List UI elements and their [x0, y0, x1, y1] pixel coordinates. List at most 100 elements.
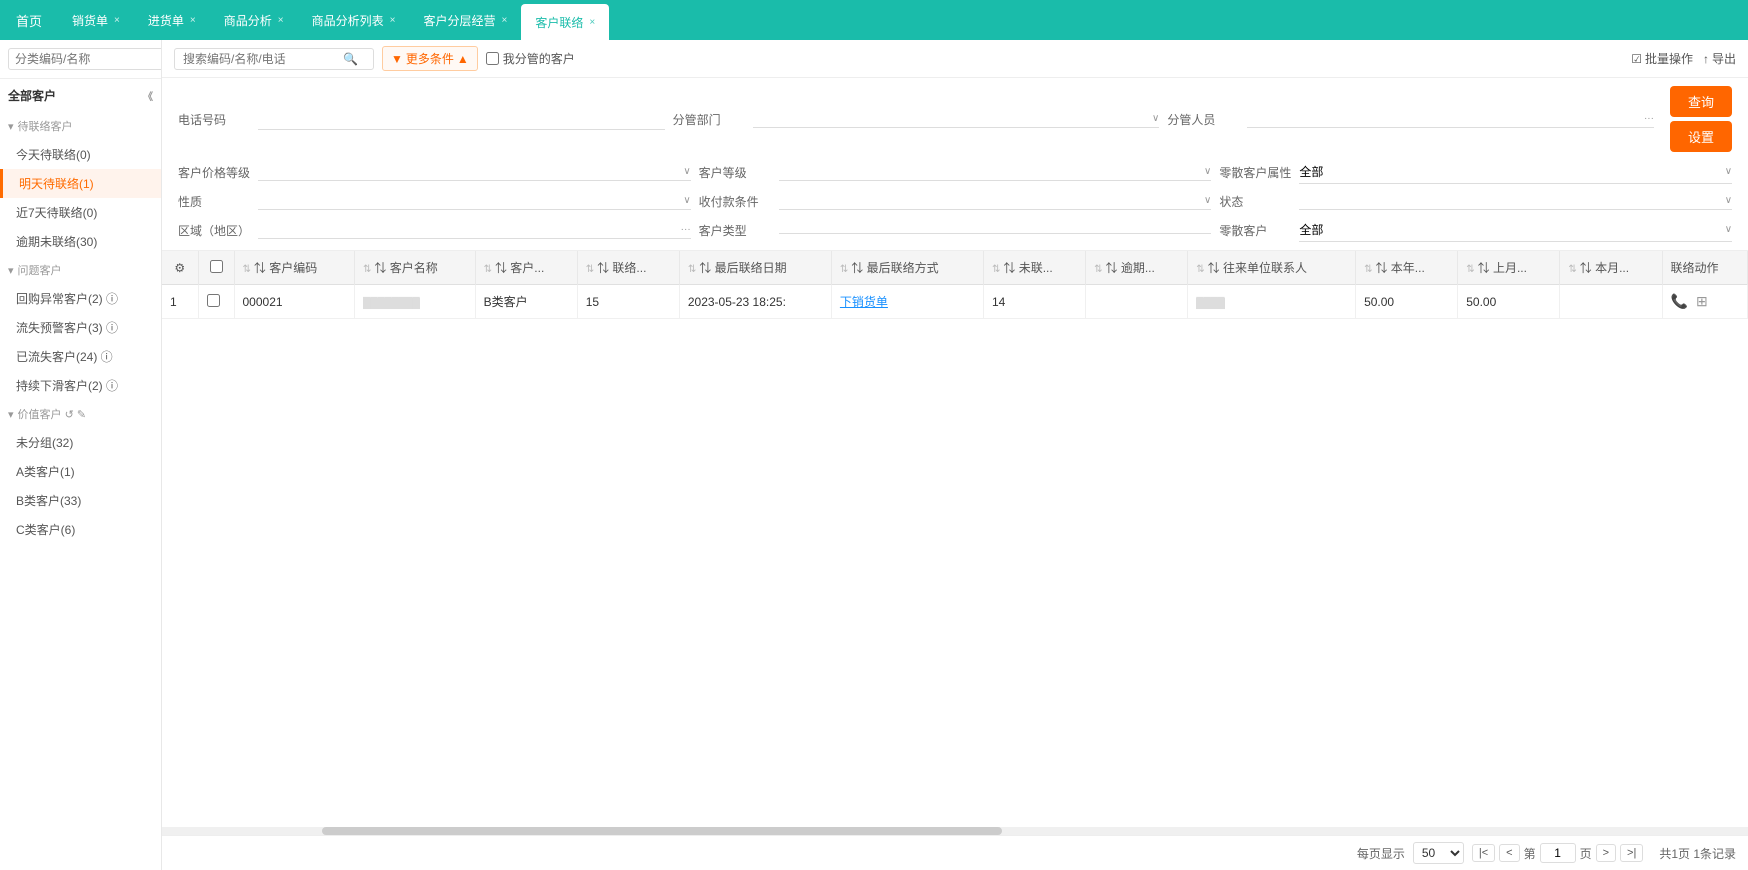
- nav-item-customer-tier[interactable]: 客户分层经营 ×: [409, 0, 521, 40]
- close-icon[interactable]: ×: [390, 15, 396, 26]
- chevron-down-icon: ∨: [1204, 195, 1211, 206]
- th-overdue[interactable]: ⇅ 逾期...: [1086, 251, 1188, 285]
- close-icon[interactable]: ×: [589, 17, 595, 28]
- dept-select[interactable]: ∨: [753, 110, 1160, 128]
- th-customer-name[interactable]: ⇅ 客户名称: [355, 251, 476, 285]
- scrollbar-thumb[interactable]: [322, 827, 1002, 835]
- select-all-checkbox[interactable]: [210, 260, 223, 273]
- page-number-input[interactable]: [1540, 843, 1576, 863]
- th-unlink-days[interactable]: ⇅ 未联...: [983, 251, 1085, 285]
- next-page-button[interactable]: >: [1596, 844, 1616, 862]
- filter-phone: 电话号码: [178, 109, 665, 130]
- batch-ops-button[interactable]: ☑ 批量操作: [1631, 50, 1693, 67]
- td-customer-code: 000021: [234, 285, 355, 319]
- sidebar-item-class-c[interactable]: C类客户(6): [0, 515, 161, 544]
- total-records-text: 共1页 1条记录: [1659, 845, 1736, 862]
- close-icon[interactable]: ×: [114, 15, 120, 26]
- nav-item-analysis-list[interactable]: 商品分析列表 ×: [298, 0, 410, 40]
- gender-select[interactable]: ∨: [258, 192, 691, 210]
- per-page-select[interactable]: 50 20 100: [1413, 842, 1464, 864]
- chevron-down-icon: ∨: [1725, 166, 1732, 177]
- nav-item-analysis[interactable]: 商品分析 ×: [210, 0, 298, 40]
- nav-item-customer-contact[interactable]: 客户联络 ×: [521, 4, 609, 40]
- sidebar-item-declining[interactable]: 持续下滑客户(2) ⓘ: [0, 371, 161, 400]
- checkbox-icon: ☑: [1631, 52, 1642, 66]
- filter-value-level: 客户价格等级 ∨: [178, 163, 691, 181]
- th-last-month[interactable]: ⇅ 上月...: [1458, 251, 1560, 285]
- sidebar-item-unclassified[interactable]: 未分组(32): [0, 428, 161, 457]
- th-contact-person[interactable]: ⇅ 往来单位联系人: [1188, 251, 1356, 285]
- chevron-up-icon: ▲: [457, 52, 469, 66]
- toolbar-search-button[interactable]: 🔍: [343, 52, 358, 66]
- query-button[interactable]: 查询: [1670, 86, 1732, 117]
- phone-input[interactable]: [258, 109, 665, 130]
- chevron-down-icon: ∨: [683, 166, 690, 177]
- my-customer-check[interactable]: [486, 52, 499, 65]
- sidebar-item-7days[interactable]: 近7天待联络(0): [0, 198, 161, 227]
- sidebar-item-tomorrow[interactable]: 明天待联络(1): [0, 169, 161, 198]
- sidebar-item-class-a[interactable]: A类客户(1): [0, 457, 161, 486]
- status-select[interactable]: ∨: [1299, 192, 1732, 210]
- customer-type-select[interactable]: [779, 227, 1212, 234]
- th-contact-count[interactable]: ⇅ 联络...: [577, 251, 679, 285]
- sidebar-item-churn-warning[interactable]: 流失预警客户(3) ⓘ: [0, 313, 161, 342]
- more-filter-button[interactable]: ▼ 更多条件 ▲: [382, 46, 478, 71]
- th-settings[interactable]: ⚙: [162, 251, 198, 285]
- my-customer-checkbox[interactable]: 我分管的客户: [486, 50, 575, 67]
- th-customer-type[interactable]: ⇅ 客户...: [475, 251, 577, 285]
- top-nav: 首页 销货单 × 进货单 × 商品分析 × 商品分析列表 × 客户分层经营 × …: [0, 0, 1748, 40]
- th-this-month[interactable]: ⇅ 本月...: [1560, 251, 1662, 285]
- customer-level-select[interactable]: ∨: [779, 163, 1212, 181]
- th-year-amount[interactable]: ⇅ 本年...: [1356, 251, 1458, 285]
- sidebar-item-today[interactable]: 今天待联络(0): [0, 140, 161, 169]
- value-level-select[interactable]: ∨: [258, 163, 691, 181]
- filter-customer-level: 客户等级 ∨: [699, 163, 1212, 181]
- first-page-button[interactable]: |<: [1472, 844, 1495, 862]
- th-last-contact-date[interactable]: ⇅ 最后联络日期: [679, 251, 831, 285]
- last-page-button[interactable]: >|: [1620, 844, 1643, 862]
- person-select[interactable]: ···: [1247, 110, 1654, 128]
- sidebar-item-churned[interactable]: 已流失客户(24) ⓘ: [0, 342, 161, 371]
- nav-item-purchase[interactable]: 进货单 ×: [134, 0, 210, 40]
- filter-row-1: 电话号码 分管部门 ∨ 分管人员 ···: [178, 86, 1732, 152]
- action-phone-icon[interactable]: 📞: [1671, 293, 1688, 310]
- td-checkbox[interactable]: [198, 285, 234, 319]
- sidebar-group-value[interactable]: 价值客户 ↺ ✎: [0, 400, 161, 428]
- close-icon[interactable]: ×: [278, 15, 284, 26]
- ellipsis-icon: ···: [1644, 113, 1654, 124]
- filter-panel: 电话号码 分管部门 ∨ 分管人员 ···: [162, 78, 1748, 251]
- retail-attr-select[interactable]: 全部 ∨: [1299, 160, 1732, 184]
- td-last-contact-method[interactable]: 下销货单: [831, 285, 983, 319]
- sidebar-all-customers[interactable]: 全部客户 《: [0, 79, 161, 112]
- td-overdue: [1086, 285, 1188, 319]
- payment-select[interactable]: ∨: [779, 192, 1212, 210]
- horizontal-scrollbar[interactable]: [162, 827, 1748, 835]
- th-customer-code[interactable]: ⇅ 客户编码: [234, 251, 355, 285]
- pagination: |< < 第 页 > >|: [1472, 843, 1643, 863]
- action-qr-icon[interactable]: ⊞: [1696, 293, 1708, 310]
- td-last-month: 50.00: [1458, 285, 1560, 319]
- th-last-contact-method[interactable]: ⇅ 最后联络方式: [831, 251, 983, 285]
- close-icon[interactable]: ×: [190, 15, 196, 26]
- reset-button[interactable]: 设置: [1670, 121, 1732, 152]
- sidebar-item-repurchase-abnormal[interactable]: 回购异常客户(2) ⓘ: [0, 284, 161, 313]
- sidebar-group-pending[interactable]: 待联络客户: [0, 112, 161, 140]
- export-button[interactable]: ↑ 导出: [1703, 50, 1736, 67]
- sidebar-group-problem[interactable]: 问题客户: [0, 256, 161, 284]
- td-customer-name[interactable]: ████████: [355, 285, 476, 319]
- retail-select[interactable]: 全部 ∨: [1299, 218, 1732, 242]
- row-checkbox[interactable]: [207, 294, 220, 307]
- region-select[interactable]: ···: [258, 221, 691, 239]
- nav-home[interactable]: 首页: [0, 0, 58, 40]
- sidebar-item-class-b[interactable]: B类客户(33): [0, 486, 161, 515]
- nav-item-salorder[interactable]: 销货单 ×: [58, 0, 134, 40]
- toolbar-search-wrap: 🔍: [174, 48, 374, 70]
- prev-page-button[interactable]: <: [1499, 844, 1519, 862]
- filter-gender: 性质 ∨: [178, 192, 691, 210]
- sidebar-search-input[interactable]: [8, 48, 162, 70]
- chevron-down-icon: ∨: [1725, 224, 1732, 235]
- close-icon[interactable]: ×: [501, 15, 507, 26]
- toolbar-search-input[interactable]: [183, 52, 343, 66]
- th-checkbox[interactable]: [198, 251, 234, 285]
- sidebar-item-overdue[interactable]: 逾期未联络(30): [0, 227, 161, 256]
